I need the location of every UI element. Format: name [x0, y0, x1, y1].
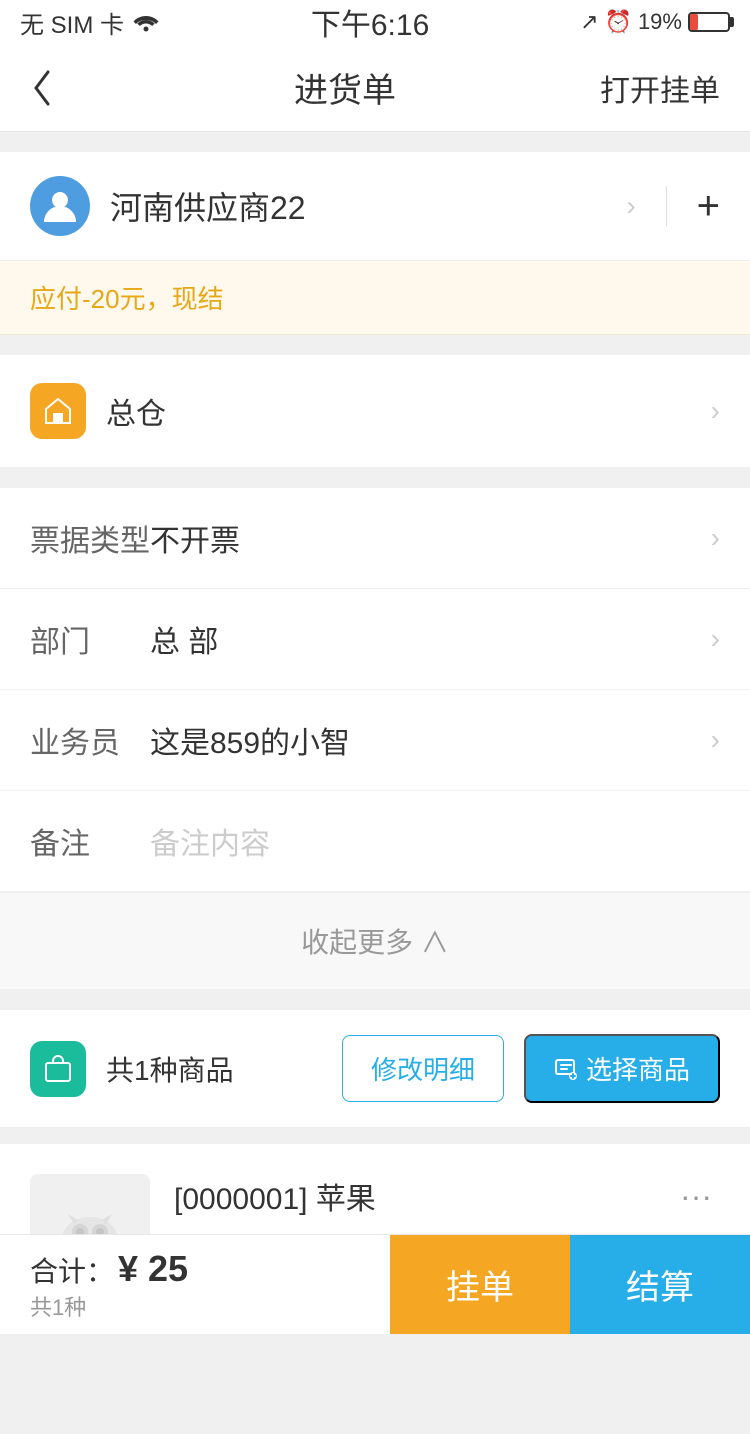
- salesperson-value: 这是859的小智: [150, 718, 711, 762]
- divider-2: [0, 335, 750, 355]
- location-icon: ↗: [580, 9, 598, 35]
- vertical-divider: [666, 186, 667, 226]
- collapse-row[interactable]: 收起更多 ∧: [0, 892, 750, 990]
- battery-icon: [688, 12, 730, 32]
- invoice-type-row[interactable]: 票据类型 不开票 ›: [0, 488, 750, 589]
- bottom-bar: 合计： ¥ 25 共1种 挂单 结算: [0, 1234, 750, 1334]
- invoice-type-chevron-icon: ›: [711, 522, 720, 554]
- status-bar: 无 SIM 卡 下午6:16 ↗ ⏰ 19%: [0, 0, 750, 44]
- total-label: 合计：: [30, 1250, 114, 1290]
- remark-row[interactable]: 备注 备注内容: [0, 791, 750, 892]
- bottom-spacer: [0, 1324, 750, 1434]
- department-value: 总 部: [150, 617, 711, 661]
- goods-icon-bg: [30, 1041, 86, 1097]
- status-carrier: 无 SIM 卡: [20, 5, 160, 40]
- divider-4: [0, 990, 750, 1010]
- remark-label: 备注: [30, 819, 150, 863]
- warehouse-icon-bg: [30, 383, 86, 439]
- department-row[interactable]: 部门 总 部 ›: [0, 589, 750, 690]
- open-pending-button[interactable]: 打开挂单: [600, 66, 720, 110]
- warehouse-section: 总仓 ›: [0, 355, 750, 468]
- salesperson-label: 业务员: [30, 718, 150, 762]
- remark-input[interactable]: 备注内容: [150, 819, 720, 863]
- supplier-name: 河南供应商22: [110, 183, 626, 229]
- alarm-icon: ⏰: [605, 9, 632, 35]
- salesperson-chevron-icon: ›: [711, 724, 720, 756]
- total-section: 合计： ¥ 25 共1种: [0, 1235, 390, 1334]
- battery-level: 19%: [638, 9, 682, 35]
- product-more-button[interactable]: ···: [672, 1174, 720, 1219]
- divider-3: [0, 468, 750, 488]
- select-goods-button[interactable]: 选择商品: [524, 1034, 720, 1103]
- page-title: 进货单: [294, 63, 396, 112]
- invoice-type-label: 票据类型: [30, 516, 150, 560]
- warehouse-icon: [42, 395, 74, 427]
- supplier-section: 河南供应商22 › + 应付-20元，现结: [0, 152, 750, 335]
- warehouse-chevron-icon: ›: [711, 395, 720, 427]
- divider-1: [0, 132, 750, 152]
- supplier-chevron-icon: ›: [626, 190, 635, 222]
- select-goods-icon: [554, 1057, 578, 1081]
- person-icon: [42, 188, 78, 224]
- checkout-button[interactable]: 结算: [570, 1235, 750, 1334]
- back-button[interactable]: [30, 68, 90, 108]
- total-sub: 共1种: [30, 1290, 360, 1322]
- status-time: 下午6:16: [311, 0, 429, 44]
- collapse-label: 收起更多 ∧: [301, 921, 449, 961]
- department-chevron-icon: ›: [711, 623, 720, 655]
- wifi-icon: [132, 12, 160, 32]
- warehouse-row[interactable]: 总仓 ›: [0, 355, 750, 468]
- nav-bar: 进货单 打开挂单: [0, 44, 750, 132]
- goods-count: 共1种商品: [106, 1049, 322, 1089]
- warehouse-name: 总仓: [106, 389, 711, 433]
- product-name: [0000001] 苹果: [174, 1174, 648, 1218]
- invoice-type-value: 不开票: [150, 516, 711, 560]
- modify-detail-button[interactable]: 修改明细: [342, 1035, 504, 1102]
- department-label: 部门: [30, 617, 150, 661]
- hang-order-button[interactable]: 挂单: [390, 1235, 570, 1334]
- salesperson-row[interactable]: 业务员 这是859的小智 ›: [0, 690, 750, 791]
- supplier-row[interactable]: 河南供应商22 › +: [0, 152, 750, 261]
- shopping-bag-icon: [42, 1053, 74, 1085]
- supplier-avatar: [30, 176, 90, 236]
- total-amount: ¥ 25: [118, 1248, 188, 1290]
- form-section: 票据类型 不开票 › 部门 总 部 › 业务员 这是859的小智 › 备注 备注…: [0, 488, 750, 892]
- goods-header: 共1种商品 修改明细 选择商品: [0, 1010, 750, 1127]
- add-supplier-button[interactable]: +: [697, 184, 720, 229]
- payment-hint: 应付-20元，现结: [0, 261, 750, 335]
- status-indicators: ↗ ⏰ 19%: [580, 9, 730, 35]
